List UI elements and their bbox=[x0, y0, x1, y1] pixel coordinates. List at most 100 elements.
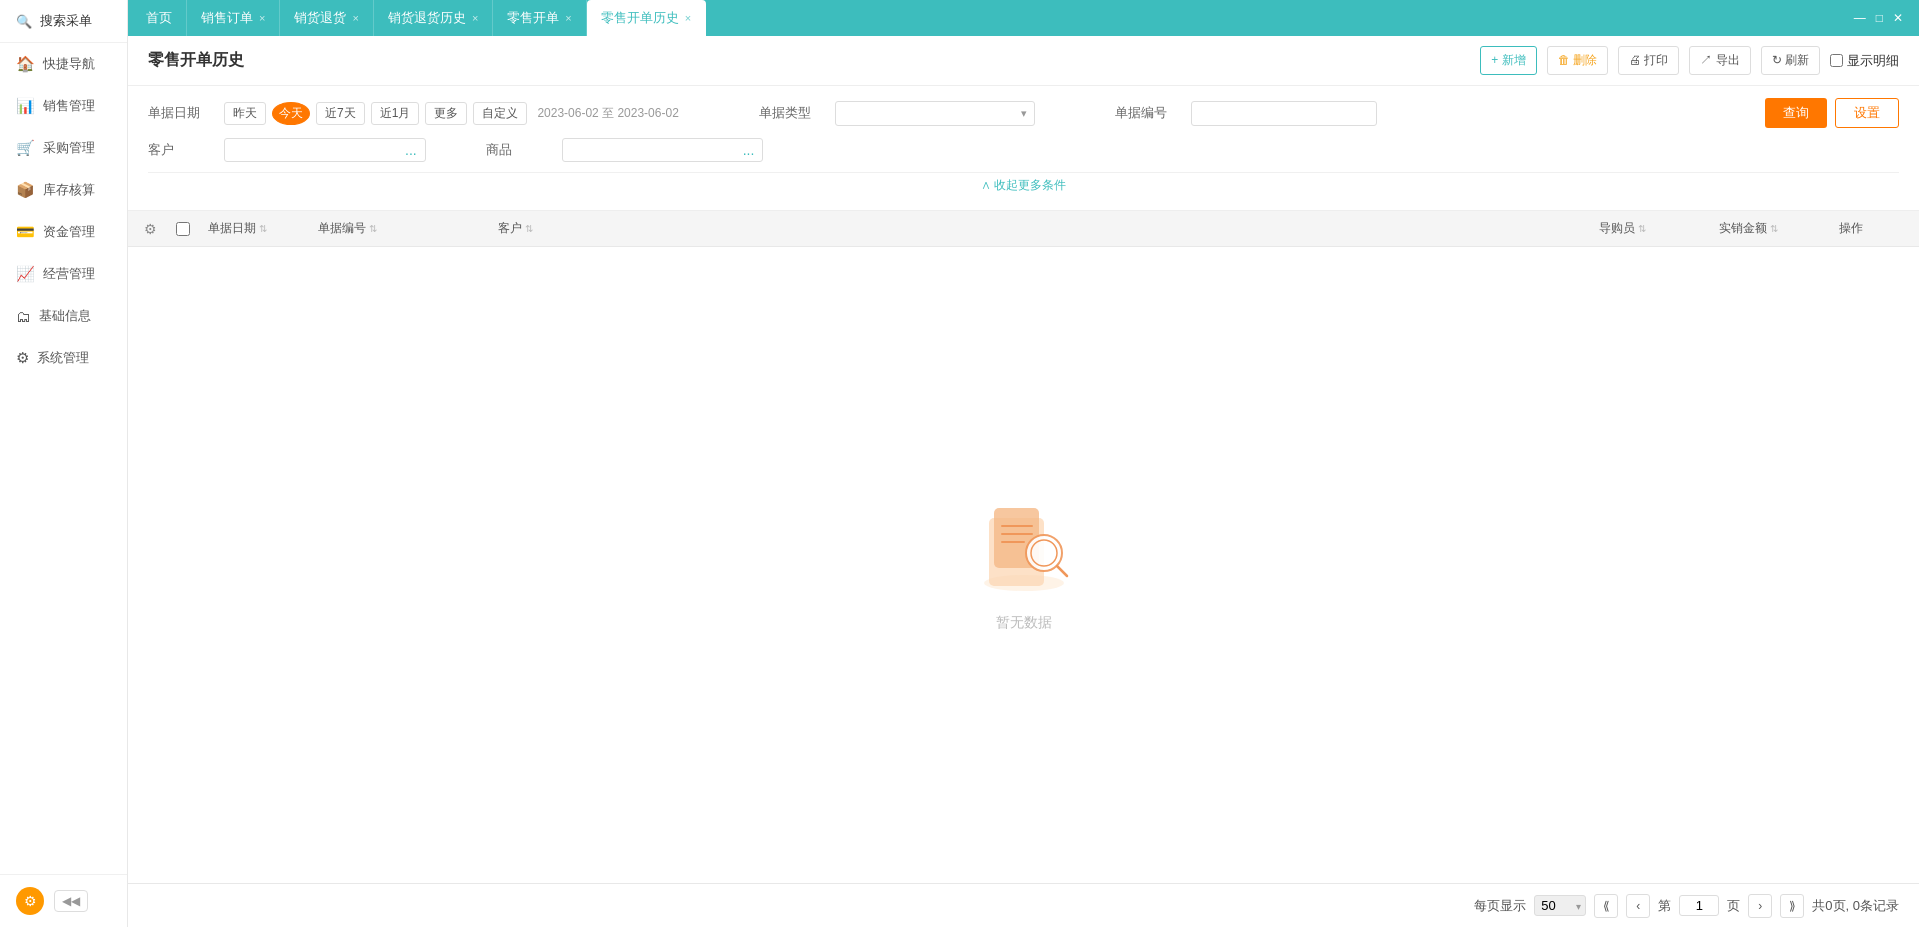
th-guide[interactable]: 导购员 ⇅ bbox=[1591, 220, 1711, 237]
tab-sales-order[interactable]: 销售订单 × bbox=[187, 0, 280, 36]
date-btn-1month[interactable]: 近1月 bbox=[371, 102, 420, 125]
sidebar-item-sales-mgmt[interactable]: 📊 销售管理 bbox=[0, 85, 127, 127]
th-amount[interactable]: 实销金额 ⇅ bbox=[1711, 220, 1831, 237]
first-page-button[interactable]: ⟪ bbox=[1594, 894, 1618, 918]
prev-page-button[interactable]: ‹ bbox=[1626, 894, 1650, 918]
tab-sales-order-label: 销售订单 bbox=[201, 9, 253, 27]
print-button[interactable]: 🖨 打印 bbox=[1618, 46, 1679, 75]
gear-icon: ⚙ bbox=[16, 349, 29, 367]
query-button[interactable]: 查询 bbox=[1765, 98, 1827, 128]
goods-input[interactable] bbox=[571, 143, 739, 158]
settings-button[interactable]: 设置 bbox=[1835, 98, 1899, 128]
search-icon: 🔍 bbox=[16, 14, 32, 29]
date-btn-today[interactable]: 今天 bbox=[272, 102, 310, 125]
add-button[interactable]: + 新增 bbox=[1480, 46, 1536, 75]
sidebar-item-inventory[interactable]: 📦 库存核算 bbox=[0, 169, 127, 211]
customer-ellipsis-btn[interactable]: ... bbox=[405, 142, 417, 158]
th-checkbox-cell[interactable] bbox=[168, 222, 200, 236]
sidebar-search[interactable]: 🔍 搜索采单 bbox=[0, 0, 127, 43]
sort-guide-icon[interactable]: ⇅ bbox=[1638, 223, 1646, 234]
sidebar-item-label: 经营管理 bbox=[43, 265, 95, 283]
empty-text: 暂无数据 bbox=[996, 614, 1052, 632]
table-gear-icon[interactable]: ⚙ bbox=[144, 221, 157, 237]
customer-input-wrap[interactable]: ... bbox=[224, 138, 426, 162]
settings-gear-button[interactable]: ⚙ bbox=[16, 887, 44, 915]
sidebar-item-label: 库存核算 bbox=[43, 181, 95, 199]
sidebar-bottom: ⚙ ◀◀ bbox=[0, 874, 127, 927]
per-page-select[interactable]: 50 100 200 bbox=[1534, 895, 1586, 916]
tab-retail-open-close[interactable]: × bbox=[565, 12, 571, 24]
tab-sales-return[interactable]: 销货退货 × bbox=[280, 0, 373, 36]
th-gear[interactable]: ⚙ bbox=[136, 221, 168, 237]
sidebar-item-finance[interactable]: 💳 资金管理 bbox=[0, 211, 127, 253]
minimize-button[interactable]: — bbox=[1854, 11, 1866, 25]
sidebar-item-basic-info[interactable]: 🗂 基础信息 bbox=[0, 295, 127, 337]
bill-no-label: 单据编号 bbox=[1115, 104, 1171, 122]
restore-button[interactable]: □ bbox=[1876, 11, 1883, 25]
main-area: 首页 销售订单 × 销货退货 × 销货退货历史 × 零售开单 × 零售开单历史 … bbox=[128, 0, 1919, 927]
current-page-input[interactable] bbox=[1679, 895, 1719, 916]
th-customer[interactable]: 客户 ⇅ bbox=[490, 220, 1591, 237]
sidebar-item-label: 资金管理 bbox=[43, 223, 95, 241]
bill-no-input[interactable] bbox=[1191, 101, 1377, 126]
table-header: ⚙ 单据日期 ⇅ 单据编号 ⇅ 客户 ⇅ 导购员 bbox=[128, 211, 1919, 247]
sidebar-item-sys-mgmt[interactable]: ⚙ 系统管理 bbox=[0, 337, 127, 379]
page-header: 零售开单历史 + 新增 🗑 删除 🖨 打印 ↗ 导出 ↻ 刷新 显示明细 bbox=[128, 36, 1919, 86]
th-billno[interactable]: 单据编号 ⇅ bbox=[310, 220, 490, 237]
content: 零售开单历史 + 新增 🗑 删除 🖨 打印 ↗ 导出 ↻ 刷新 显示明细 单据日… bbox=[128, 36, 1919, 927]
sidebar-item-operations[interactable]: 📈 经营管理 bbox=[0, 253, 127, 295]
last-page-button[interactable]: ⟫ bbox=[1780, 894, 1804, 918]
tab-sales-return-history-close[interactable]: × bbox=[472, 12, 478, 24]
filter-row-2: 客户 ... 商品 ... bbox=[148, 138, 1899, 162]
tab-retail-history[interactable]: 零售开单历史 × bbox=[587, 0, 706, 36]
tab-sales-order-close[interactable]: × bbox=[259, 12, 265, 24]
tab-sales-return-close[interactable]: × bbox=[352, 12, 358, 24]
sort-customer-icon[interactable]: ⇅ bbox=[525, 223, 533, 234]
display-detail-checkbox[interactable] bbox=[1830, 54, 1843, 67]
th-customer-label: 客户 bbox=[498, 220, 522, 237]
tab-retail-history-label: 零售开单历史 bbox=[601, 9, 679, 27]
delete-button[interactable]: 🗑 删除 bbox=[1547, 46, 1608, 75]
bill-type-select[interactable] bbox=[835, 101, 1035, 126]
sidebar-item-purchase-mgmt[interactable]: 🛒 采购管理 bbox=[0, 127, 127, 169]
topnav-window-controls: — □ ✕ bbox=[1854, 11, 1915, 25]
sidebar-item-label: 采购管理 bbox=[43, 139, 95, 157]
page-label: 第 bbox=[1658, 897, 1671, 915]
per-page-select-wrap: 50 100 200 ▾ bbox=[1534, 895, 1586, 916]
goods-filter-label: 商品 bbox=[486, 141, 542, 159]
display-detail-checkbox-wrap[interactable]: 显示明细 bbox=[1830, 52, 1899, 70]
export-button[interactable]: ↗ 导出 bbox=[1689, 46, 1750, 75]
th-action-label: 操作 bbox=[1839, 220, 1863, 237]
date-btn-custom[interactable]: 自定义 bbox=[473, 102, 527, 125]
table-area: ⚙ 单据日期 ⇅ 单据编号 ⇅ 客户 ⇅ 导购员 bbox=[128, 211, 1919, 883]
pagination: 每页显示 50 100 200 ▾ ⟪ ‹ 第 页 › ⟫ 共0页, 0条记录 bbox=[128, 883, 1919, 927]
tab-retail-history-close[interactable]: × bbox=[685, 12, 691, 24]
tab-retail-open[interactable]: 零售开单 × bbox=[493, 0, 586, 36]
page-title: 零售开单历史 bbox=[148, 50, 244, 71]
th-date[interactable]: 单据日期 ⇅ bbox=[200, 220, 310, 237]
collapse-more-btn[interactable]: ∧ 收起更多条件 bbox=[148, 172, 1899, 198]
select-all-checkbox[interactable] bbox=[176, 222, 190, 236]
date-buttons: 昨天 今天 近7天 近1月 更多 自定义 2023-06-02 至 2023-0… bbox=[224, 102, 679, 125]
sort-date-icon[interactable]: ⇅ bbox=[259, 223, 267, 234]
date-btn-7days[interactable]: 近7天 bbox=[316, 102, 365, 125]
customer-input[interactable] bbox=[233, 143, 401, 158]
refresh-button[interactable]: ↻ 刷新 bbox=[1761, 46, 1820, 75]
date-btn-more[interactable]: 更多 bbox=[425, 102, 467, 125]
sort-billno-icon[interactable]: ⇅ bbox=[369, 223, 377, 234]
next-page-button[interactable]: › bbox=[1748, 894, 1772, 918]
close-window-button[interactable]: ✕ bbox=[1893, 11, 1903, 25]
th-billno-label: 单据编号 bbox=[318, 220, 366, 237]
tab-sales-return-history[interactable]: 销货退货历史 × bbox=[374, 0, 493, 36]
goods-input-wrap[interactable]: ... bbox=[562, 138, 764, 162]
goods-ellipsis-btn[interactable]: ... bbox=[743, 142, 755, 158]
tab-sales-return-history-label: 销货退货历史 bbox=[388, 9, 466, 27]
cart-icon: 🛒 bbox=[16, 139, 35, 157]
sidebar-collapse-button[interactable]: ◀◀ bbox=[54, 890, 88, 912]
customer-filter-label: 客户 bbox=[148, 141, 204, 159]
tab-home[interactable]: 首页 bbox=[132, 0, 187, 36]
sidebar-item-label: 基础信息 bbox=[39, 307, 91, 325]
sidebar-item-quick-nav[interactable]: 🏠 快捷导航 bbox=[0, 43, 127, 85]
sort-amount-icon[interactable]: ⇅ bbox=[1770, 223, 1778, 234]
date-btn-yesterday[interactable]: 昨天 bbox=[224, 102, 266, 125]
